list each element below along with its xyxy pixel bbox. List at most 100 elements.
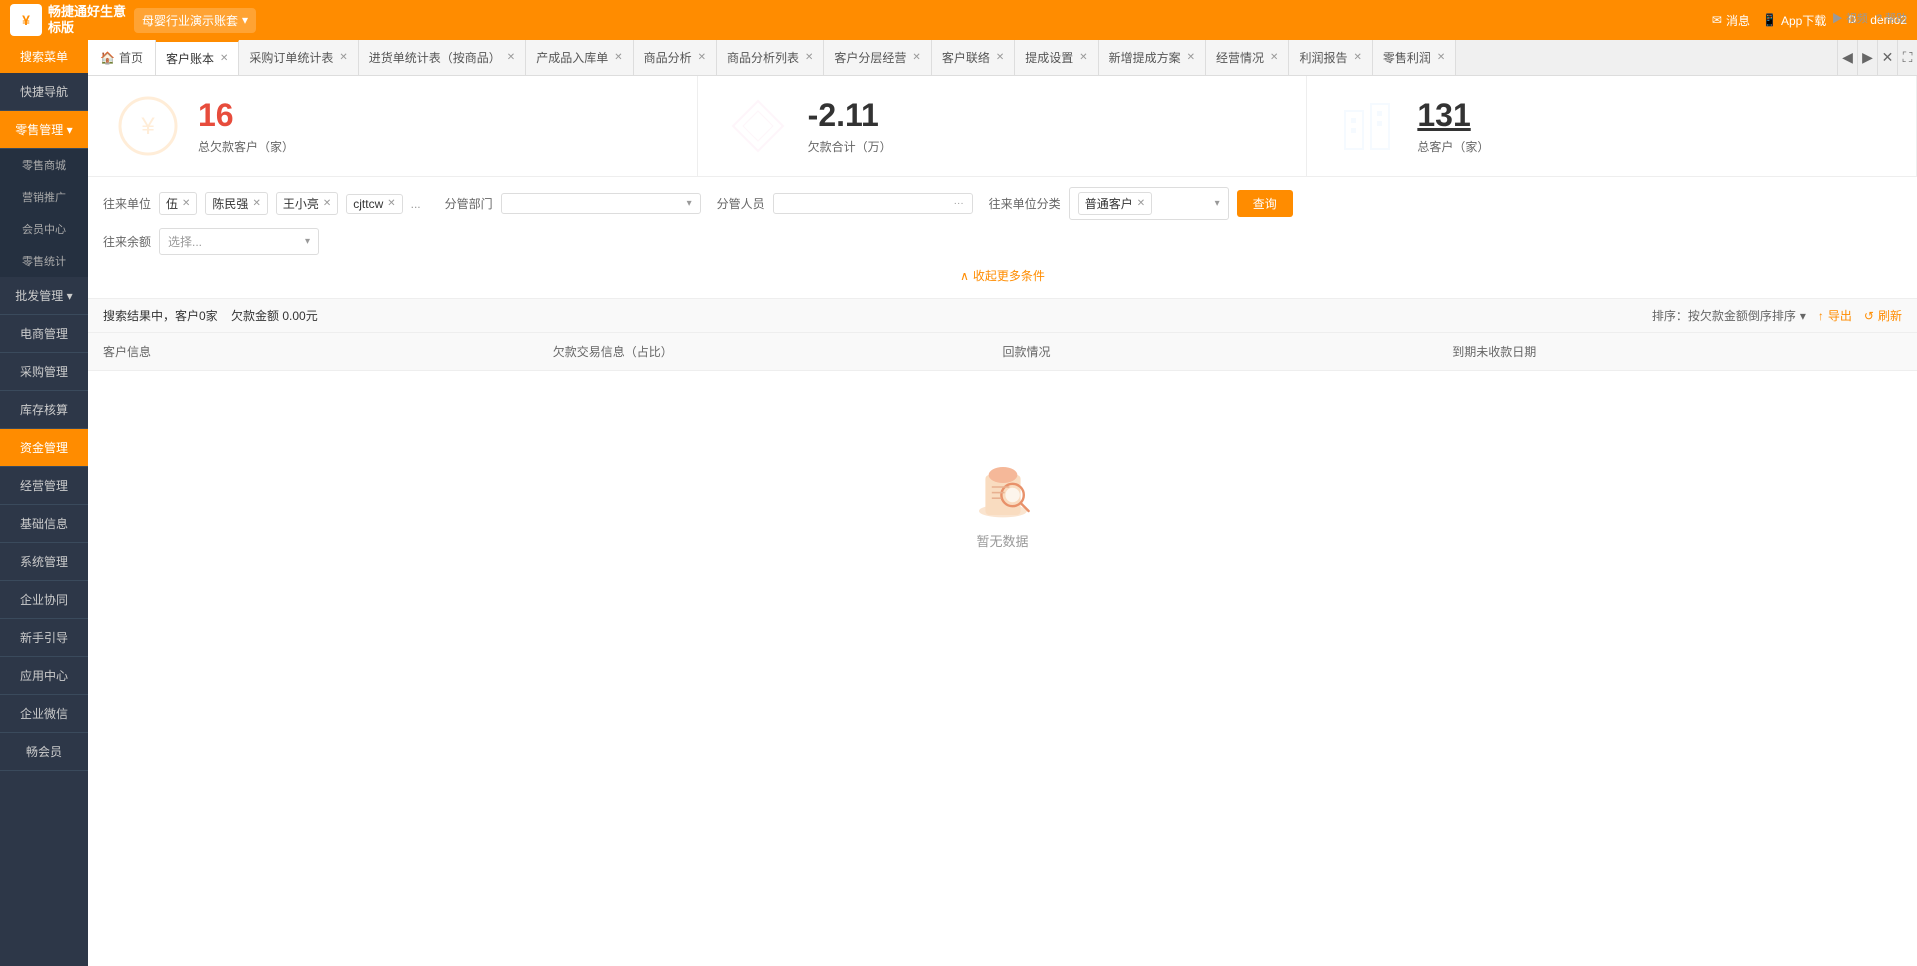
remove-category-tag[interactable]: ✕: [1137, 198, 1145, 209]
tab-operations[interactable]: 经营情况 ✕: [1206, 40, 1289, 76]
sidebar-search[interactable]: 搜索菜单: [0, 40, 88, 73]
empty-state: 暂无数据: [88, 371, 1917, 630]
empty-mascot: [963, 451, 1043, 531]
balance-placeholder: 选择...: [168, 233, 202, 250]
tab-purchase-order-stats[interactable]: 采购订单统计表 ✕: [239, 40, 358, 76]
sidebar-item-purchase[interactable]: 采购管理: [0, 353, 88, 391]
tab-commission-settings[interactable]: 提成设置 ✕: [1015, 40, 1098, 76]
tab-customer-ledger[interactable]: 客户账本 ✕: [156, 40, 239, 76]
tab-customer-contact[interactable]: 客户联络 ✕: [932, 40, 1015, 76]
remove-tag-button-1[interactable]: ✕: [252, 198, 260, 209]
tab-goods-label: 商品分析: [644, 49, 692, 66]
stats-bar: ¥ 16 总欠款客户（家） -2.11: [88, 76, 1917, 177]
chevron-up-icon: ∧: [960, 269, 969, 283]
tab-retail-profit[interactable]: 零售利润 ✕: [1373, 40, 1456, 76]
tab-home[interactable]: 🏠 首页: [88, 40, 156, 76]
close-icon[interactable]: ✕: [614, 52, 622, 63]
tab-prev-button[interactable]: ◀: [1837, 40, 1857, 76]
stat-value-customers: 16: [198, 97, 294, 134]
tab-purchase-stats-product[interactable]: 进货单统计表（按商品） ✕: [359, 40, 526, 76]
sidebar-item-retail-mall[interactable]: 零售商城: [0, 149, 88, 181]
close-icon[interactable]: ✕: [1270, 52, 1278, 63]
filter-tag-person1: 陈民强 ✕: [205, 192, 267, 215]
close-icon[interactable]: ✕: [698, 52, 706, 63]
close-icon[interactable]: ✕: [1437, 52, 1445, 63]
stat-value-area-2: -2.11 欠款合计（万）: [808, 97, 892, 155]
close-icon[interactable]: ✕: [1187, 52, 1195, 63]
col-header-date: 到期未收款日期: [1452, 343, 1902, 360]
close-icon[interactable]: ✕: [1353, 52, 1361, 63]
close-icon[interactable]: ✕: [805, 52, 813, 63]
sidebar-item-system[interactable]: 系统管理: [0, 543, 88, 581]
top-bar: ¥ 畅捷通好生意 标版 母婴行业演示账套 ▾ ✉ 消息 📱 App下载 D: [0, 0, 1917, 40]
sort-selector[interactable]: 排序：按欠款金额倒序排序 ▾: [1652, 307, 1806, 324]
sidebar-item-member[interactable]: 会员中心: [0, 213, 88, 245]
sidebar-item-marketing[interactable]: 营销推广: [0, 181, 88, 213]
results-actions: 排序：按欠款金额倒序排序 ▾ ↑ 导出 ↺ 刷新: [1652, 307, 1902, 324]
sidebar-item-retail[interactable]: 零售管理 ▾: [0, 111, 88, 149]
account-selector[interactable]: 母婴行业演示账套 ▾: [134, 8, 256, 33]
close-icon[interactable]: ✕: [339, 52, 347, 63]
tab-close-all-button[interactable]: ✕: [1877, 40, 1897, 76]
stat-card-total-customers: 131 总客户（家）: [1307, 76, 1917, 176]
message-button[interactable]: ✉ 消息: [1712, 12, 1750, 29]
remove-tag-button-3[interactable]: ✕: [387, 198, 395, 209]
tab-maximize-button[interactable]: ⛶: [1897, 40, 1917, 76]
sidebar-item-inventory[interactable]: 库存核算: [0, 391, 88, 429]
sidebar-item-ecommerce[interactable]: 电商管理: [0, 315, 88, 353]
more-tags-button[interactable]: ...: [411, 197, 421, 211]
stat-label-customers: 总欠款客户（家）: [198, 138, 294, 155]
refresh-button[interactable]: ↺ 刷新: [1864, 307, 1902, 324]
person-select[interactable]: ···: [773, 193, 973, 214]
sidebar-item-finance[interactable]: 资金管理: [0, 429, 88, 467]
collapse-button[interactable]: ∧ 收起更多条件: [103, 263, 1902, 288]
sidebar-item-wechat[interactable]: 企业微信: [0, 695, 88, 733]
query-button[interactable]: 查询: [1237, 190, 1293, 217]
tab-goods-list[interactable]: 商品分析列表 ✕: [717, 40, 824, 76]
close-icon[interactable]: ✕: [912, 52, 920, 63]
remove-tag-button-2[interactable]: ✕: [323, 198, 331, 209]
export-button[interactable]: ↑ 导出: [1818, 307, 1852, 324]
close-icon[interactable]: ✕: [220, 53, 228, 64]
sidebar-item-vip[interactable]: 畅会员: [0, 733, 88, 771]
tab-customer-ledger-label: 客户账本: [166, 50, 214, 67]
diamond-icon: [728, 96, 788, 156]
logo-area: ¥ 畅捷通好生意 标版: [10, 4, 126, 36]
main-layout: 搜索菜单 快捷导航 零售管理 ▾ 零售商城 营销推广 会员中心 零售统计 批发管…: [0, 40, 1917, 966]
balance-select[interactable]: 选择... ▾: [159, 228, 319, 255]
sidebar-item-retail-label: 零售管理: [15, 123, 63, 137]
filter-tag-person3: cjttcw ✕: [346, 194, 402, 214]
close-icon[interactable]: ✕: [507, 52, 515, 63]
results-bar: 搜索结果中，客户0家 欠款金额 0.00元 排序：按欠款金额倒序排序 ▾ ↑ 导…: [88, 299, 1917, 333]
building-icon: [1337, 96, 1397, 156]
category-select[interactable]: 普通客户 ✕ ▾: [1069, 187, 1229, 220]
debt-summary: 欠款金额 0.00元: [231, 309, 318, 323]
export-icon: ↑: [1818, 309, 1824, 323]
dept-select[interactable]: ▾: [501, 193, 701, 214]
col-header-repay: 回款情况: [1003, 343, 1453, 360]
tab-profit-report[interactable]: 利润报告 ✕: [1289, 40, 1372, 76]
tab-product-inbound[interactable]: 产成品入库单 ✕: [526, 40, 633, 76]
sidebar-item-basic-info[interactable]: 基础信息: [0, 505, 88, 543]
col-header-customer: 客户信息: [103, 343, 553, 360]
sort-label: 排序：按欠款金额倒序排序: [1652, 307, 1796, 324]
sidebar-item-guide[interactable]: 新手引导: [0, 619, 88, 657]
tab-customer-tier[interactable]: 客户分层经营 ✕: [824, 40, 931, 76]
close-icon[interactable]: ✕: [1079, 52, 1087, 63]
tab-new-commission[interactable]: 新增提成方案 ✕: [1099, 40, 1206, 76]
sidebar-item-enterprise[interactable]: 企业协同: [0, 581, 88, 619]
tab-customer-contact-label: 客户联络: [942, 49, 990, 66]
chevron-down-icon: ···: [954, 198, 964, 209]
app-container: ¥ 畅捷通好生意 标版 母婴行业演示账套 ▾ ✉ 消息 📱 App下载 D: [0, 0, 1917, 966]
tab-next-button[interactable]: ▶: [1857, 40, 1877, 76]
sidebar-item-operations[interactable]: 经营管理: [0, 467, 88, 505]
stat-value-total[interactable]: 131: [1417, 97, 1489, 134]
sidebar-item-app-center[interactable]: 应用中心: [0, 657, 88, 695]
tab-goods-analysis[interactable]: 商品分析 ✕: [634, 40, 717, 76]
sidebar-item-quick-nav[interactable]: 快捷导航: [0, 73, 88, 111]
sidebar-item-retail-stats[interactable]: 零售统计: [0, 245, 88, 277]
close-icon[interactable]: ✕: [996, 52, 1004, 63]
remove-tag-button[interactable]: ✕: [182, 198, 190, 209]
app-download-button[interactable]: 📱 App下载: [1762, 12, 1826, 29]
sidebar-item-wholesale[interactable]: 批发管理 ▾: [0, 277, 88, 315]
